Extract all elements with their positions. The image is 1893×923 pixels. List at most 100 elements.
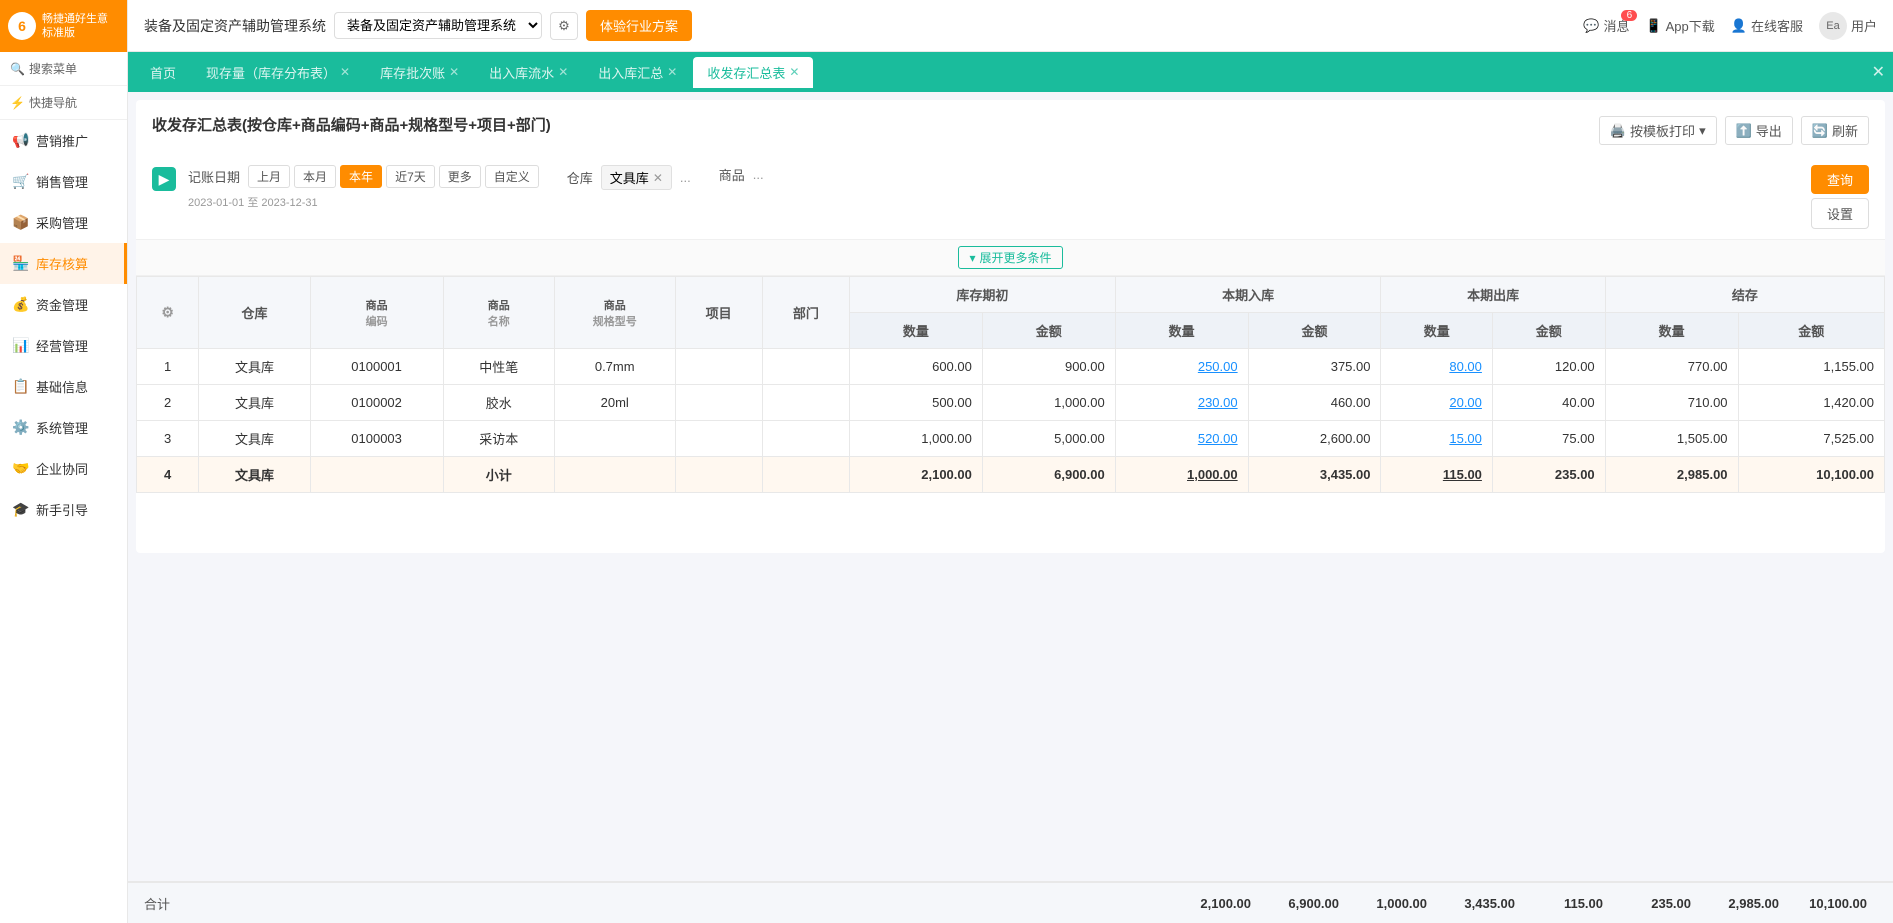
cell-warehouse: 文具库 [199,349,310,385]
warehouse-more[interactable]: ... [680,170,691,185]
date-btn-7days[interactable]: 近7天 [386,165,435,188]
cell-out-qty[interactable]: 20.00 [1381,385,1492,421]
search-menu[interactable]: 🔍 搜索菜单 [0,52,127,86]
tab-close-inout-summary[interactable]: ✕ [667,66,677,78]
sidebar-item-guide[interactable]: 🎓 新手引导 [0,489,127,530]
experience-btn[interactable]: 体验行业方案 [586,10,692,41]
table-row: 2文具库0100002胶水20ml500.001,000.00230.00460… [137,385,1885,421]
tab-inout-flow[interactable]: 出入库流水 ✕ [475,57,582,88]
cell-in-qty[interactable]: 520.00 [1115,421,1248,457]
settings-gear-button[interactable]: ⚙ [550,12,578,40]
sidebar-item-system[interactable]: ⚙️ 系统管理 [0,407,127,448]
quick-nav-icon: ⚡ [10,96,25,110]
filter-toggle-btn[interactable]: ▶ [152,167,176,191]
cell-project [675,349,762,385]
operations-icon: 📊 [12,337,30,354]
system-selector[interactable]: 装备及固定资产辅助管理系统 [334,12,542,39]
th-close-qty: 数量 [1605,313,1738,349]
sidebar-item-marketing[interactable]: 📢 营销推广 [0,120,127,161]
online-service-button[interactable]: 👤 在线客服 [1731,16,1803,35]
tab-receive-summary[interactable]: 收发存汇总表 ✕ [693,57,813,88]
footer-close-amt: 10,100.00 [1797,896,1877,911]
date-btn-custom[interactable]: 自定义 [485,165,539,188]
export-icon: ⬆️ [1736,123,1752,139]
tabbar: 首页 现存量（库存分布表） ✕ 库存批次账 ✕ 出入库流水 ✕ 出入库汇总 ✕ … [128,52,1893,92]
th-in-qty: 数量 [1115,313,1248,349]
expand-conditions-btn[interactable]: ▾ 展开更多条件 [958,246,1062,269]
query-button[interactable]: 查询 [1811,165,1869,194]
goods-label: 商品 [719,165,745,184]
cell-out-qty[interactable]: 15.00 [1381,421,1492,457]
export-btn[interactable]: ⬆️ 导出 [1725,116,1793,145]
cell-in-amt: 460.00 [1248,385,1381,421]
date-btn-last-month[interactable]: 上月 [248,165,290,188]
table-row: 4文具库小计2,100.006,900.001,000.003,435.0011… [137,457,1885,493]
cell-in-qty[interactable]: 250.00 [1115,349,1248,385]
cell-spec: 0.7mm [554,349,675,385]
message-button[interactable]: 💬 消息 6 [1583,16,1629,35]
tab-close-inout-flow[interactable]: ✕ [558,66,568,78]
tab-home[interactable]: 首页 [136,57,190,88]
cell-in-qty[interactable]: 230.00 [1115,385,1248,421]
user-menu[interactable]: Ea 用户 [1819,12,1877,40]
cell-close-qty: 1,505.00 [1605,421,1738,457]
sidebar-item-inventory[interactable]: 🏪 库存核算 [0,243,127,284]
basic-icon: 📋 [12,378,30,395]
th-settings[interactable]: ⚙ [137,277,199,349]
cell-out-amt: 120.00 [1492,349,1605,385]
tab-batch[interactable]: 库存批次账 ✕ [366,57,473,88]
finance-icon: 💰 [12,296,30,313]
cell-name: 中性笔 [443,349,554,385]
tab-close-batch[interactable]: ✕ [449,66,459,78]
sidebar-item-sales[interactable]: 🛒 销售管理 [0,161,127,202]
date-range: 2023-01-01 至 2023-12-31 [188,194,539,210]
guide-icon: 🎓 [12,501,30,518]
data-table-wrap: ⚙ 仓库 商品 编码 商品 名称 商品 [136,276,1885,553]
cell-out-amt: 235.00 [1492,457,1605,493]
tab-inventory-dist[interactable]: 现存量（库存分布表） ✕ [192,57,364,88]
cell-open-amt: 5,000.00 [982,421,1115,457]
refresh-btn[interactable]: 🔄 刷新 [1801,116,1869,145]
print-btn[interactable]: 🖨️ 按模板打印 ▾ [1599,116,1717,145]
cell-in-qty: 1,000.00 [1115,457,1248,493]
quick-nav[interactable]: ⚡ 快捷导航 [0,86,127,120]
warehouse-label: 仓库 [567,168,593,187]
goods-more[interactable]: ... [753,167,764,182]
cell-no: 1 [137,349,199,385]
tab-close-receive-summary[interactable]: ✕ [789,66,799,78]
page-content: 收发存汇总表(按仓库+商品编码+商品+规格型号+项目+部门) 🖨️ 按模板打印 … [128,92,1893,923]
cell-no: 3 [137,421,199,457]
close-all-tabs[interactable]: ✕ [1872,62,1885,82]
sidebar-item-basic[interactable]: 📋 基础信息 [0,366,127,407]
inventory-icon: 🏪 [12,255,30,272]
cell-code: 0100003 [310,421,443,457]
message-badge: 6 [1621,10,1637,21]
warehouse-tag-close[interactable]: ✕ [653,171,663,185]
cell-out-qty[interactable]: 80.00 [1381,349,1492,385]
sidebar-item-enterprise[interactable]: 🤝 企业协同 [0,448,127,489]
settings-button[interactable]: 设置 [1811,198,1869,229]
cell-project [675,421,762,457]
date-btn-more[interactable]: 更多 [439,165,481,188]
sidebar-item-purchase[interactable]: 📦 采购管理 [0,202,127,243]
column-settings-icon[interactable]: ⚙ [161,304,174,320]
date-btn-this-month[interactable]: 本月 [294,165,336,188]
cell-close-amt: 1,155.00 [1738,349,1884,385]
tab-close-inventory-dist[interactable]: ✕ [340,66,350,78]
data-table: ⚙ 仓库 商品 编码 商品 名称 商品 [136,276,1885,493]
tab-inout-summary[interactable]: 出入库汇总 ✕ [584,57,691,88]
sidebar-item-finance[interactable]: 💰 资金管理 [0,284,127,325]
print-icon: 🖨️ [1610,123,1626,139]
refresh-icon: 🔄 [1812,123,1828,139]
date-btn-this-year[interactable]: 本年 [340,165,382,188]
cell-code: 0100002 [310,385,443,421]
app-download-button[interactable]: 📱 App下载 [1645,16,1714,35]
warehouse-tag[interactable]: 文具库 ✕ [601,165,672,190]
warehouse-filter: 仓库 文具库 ✕ ... [567,165,691,190]
th-out-amt: 金额 [1492,313,1605,349]
cell-project [675,385,762,421]
th-open-amt: 金额 [982,313,1115,349]
th-in: 本期入库 [1115,277,1381,313]
cell-open-qty: 2,100.00 [849,457,982,493]
sidebar-item-operations[interactable]: 📊 经营管理 [0,325,127,366]
